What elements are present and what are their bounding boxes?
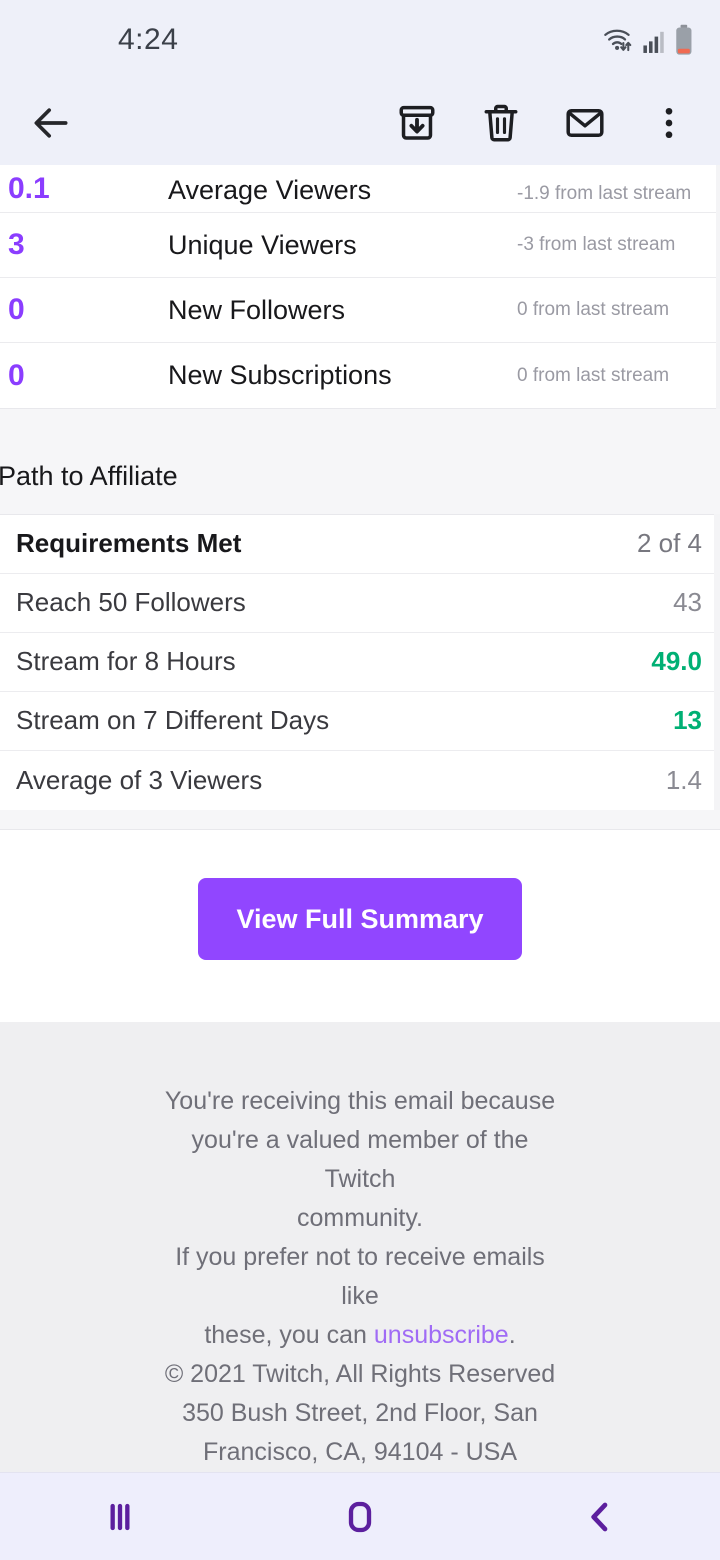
status-bar: 4:24 [0, 0, 720, 80]
stat-delta: -3 from last stream [517, 234, 676, 256]
requirement-value: 13 [673, 705, 702, 736]
stat-delta: -1.9 from last stream [517, 183, 692, 205]
mark-unread-icon [564, 102, 606, 144]
back-chevron-icon [580, 1497, 620, 1537]
table-row: 0 New Subscriptions 0 from last stream [0, 343, 716, 408]
footer-address-line-1: 350 Bush Street, 2nd Floor, San [182, 1399, 538, 1427]
footer-line-2: you're a valued member of the Twitch [191, 1126, 529, 1193]
wifi-icon [602, 25, 636, 55]
requirement-label: Average of 3 Viewers [16, 764, 263, 795]
table-row: Stream on 7 Different Days 13 [0, 692, 714, 751]
affiliate-requirements-card: Requirements Met 2 of 4 Reach 50 Followe… [0, 513, 714, 810]
requirement-value: 49.0 [651, 646, 702, 677]
requirements-met-label: Requirements Met [16, 528, 242, 559]
back-arrow-icon [29, 101, 73, 145]
unsubscribe-link[interactable]: unsubscribe [374, 1321, 509, 1349]
table-row: Requirements Met 2 of 4 [0, 515, 714, 574]
toolbar-actions [388, 94, 698, 152]
back-nav-button[interactable] [540, 1473, 660, 1560]
table-row: Stream for 8 Hours 49.0 [0, 633, 714, 692]
requirement-value: 43 [673, 587, 702, 618]
home-button[interactable] [300, 1473, 420, 1560]
view-full-summary-button[interactable]: View Full Summary [198, 878, 522, 960]
email-footer: You're receiving this email because you'… [0, 1022, 720, 1472]
delete-button[interactable] [472, 94, 530, 152]
footer-line-1: You're receiving this email because [164, 1087, 556, 1115]
recents-icon [100, 1497, 140, 1537]
mark-unread-button[interactable] [556, 94, 614, 152]
table-row: 0.1 Average Viewers -1.9 from last strea… [0, 165, 716, 213]
page-title: Path to Affiliate [0, 434, 720, 514]
section-gap [0, 409, 720, 435]
android-navigation-bar [0, 1472, 720, 1560]
cellular-signal-icon [642, 25, 668, 55]
stat-value: 0 [8, 293, 25, 326]
battery-icon [674, 24, 694, 56]
table-row: Average of 3 Viewers 1.4 [0, 751, 714, 810]
archive-icon [396, 102, 438, 144]
stat-value: 0 [8, 358, 25, 392]
footer-address-line-2: Francisco, CA, 94104 - USA [202, 1438, 517, 1466]
footer-line-4: If you prefer not to receive emails like [175, 1243, 545, 1310]
stat-value: 3 [8, 228, 25, 261]
footer-copyright: © 2021 Twitch, All Rights Reserved [164, 1360, 556, 1388]
footer-line-5: these, you can unsubscribe. [160, 1316, 560, 1355]
email-toolbar [0, 80, 720, 165]
stat-label: Unique Viewers [168, 229, 357, 260]
email-content[interactable]: 0.1 Average Viewers -1.9 from last strea… [0, 165, 720, 1472]
status-bar-icons [602, 24, 694, 56]
phone-screen: 4:24 0.1 Average Viewers -1.9 from last … [0, 0, 720, 1560]
requirements-met-value: 2 of 4 [636, 528, 702, 559]
stat-delta: 0 from last stream [517, 299, 670, 321]
footer-line-5-prefix: these, you can [204, 1321, 374, 1349]
status-bar-clock: 4:24 [118, 23, 179, 56]
home-icon [340, 1497, 380, 1537]
stream-summary-stats-card: 0.1 Average Viewers -1.9 from last strea… [0, 165, 716, 409]
stat-label: Average Viewers [168, 175, 372, 205]
section-gap [0, 809, 720, 830]
stat-label: New Followers [168, 294, 346, 325]
footer-line-5-suffix: . [508, 1321, 516, 1349]
archive-button[interactable] [388, 94, 446, 152]
overflow-menu-icon [650, 104, 688, 142]
requirement-label: Stream on 7 Different Days [16, 705, 330, 736]
table-row: Reach 50 Followers 43 [0, 574, 714, 633]
cta-section: View Full Summary [0, 830, 720, 1022]
back-button[interactable] [22, 94, 80, 152]
requirement-label: Reach 50 Followers [16, 587, 246, 618]
trash-icon [480, 102, 522, 144]
recents-button[interactable] [60, 1473, 180, 1560]
stat-value: 0.1 [8, 172, 50, 205]
stat-label: New Subscriptions [168, 360, 392, 390]
requirement-value: 1.4 [665, 764, 702, 795]
stat-delta: 0 from last stream [517, 364, 670, 386]
requirement-label: Stream for 8 Hours [16, 646, 236, 677]
table-row: 0 New Followers 0 from last stream [0, 278, 716, 343]
footer-line-3: community. [297, 1204, 423, 1232]
overflow-menu-button[interactable] [640, 94, 698, 152]
table-row: 3 Unique Viewers -3 from last stream [0, 213, 716, 278]
